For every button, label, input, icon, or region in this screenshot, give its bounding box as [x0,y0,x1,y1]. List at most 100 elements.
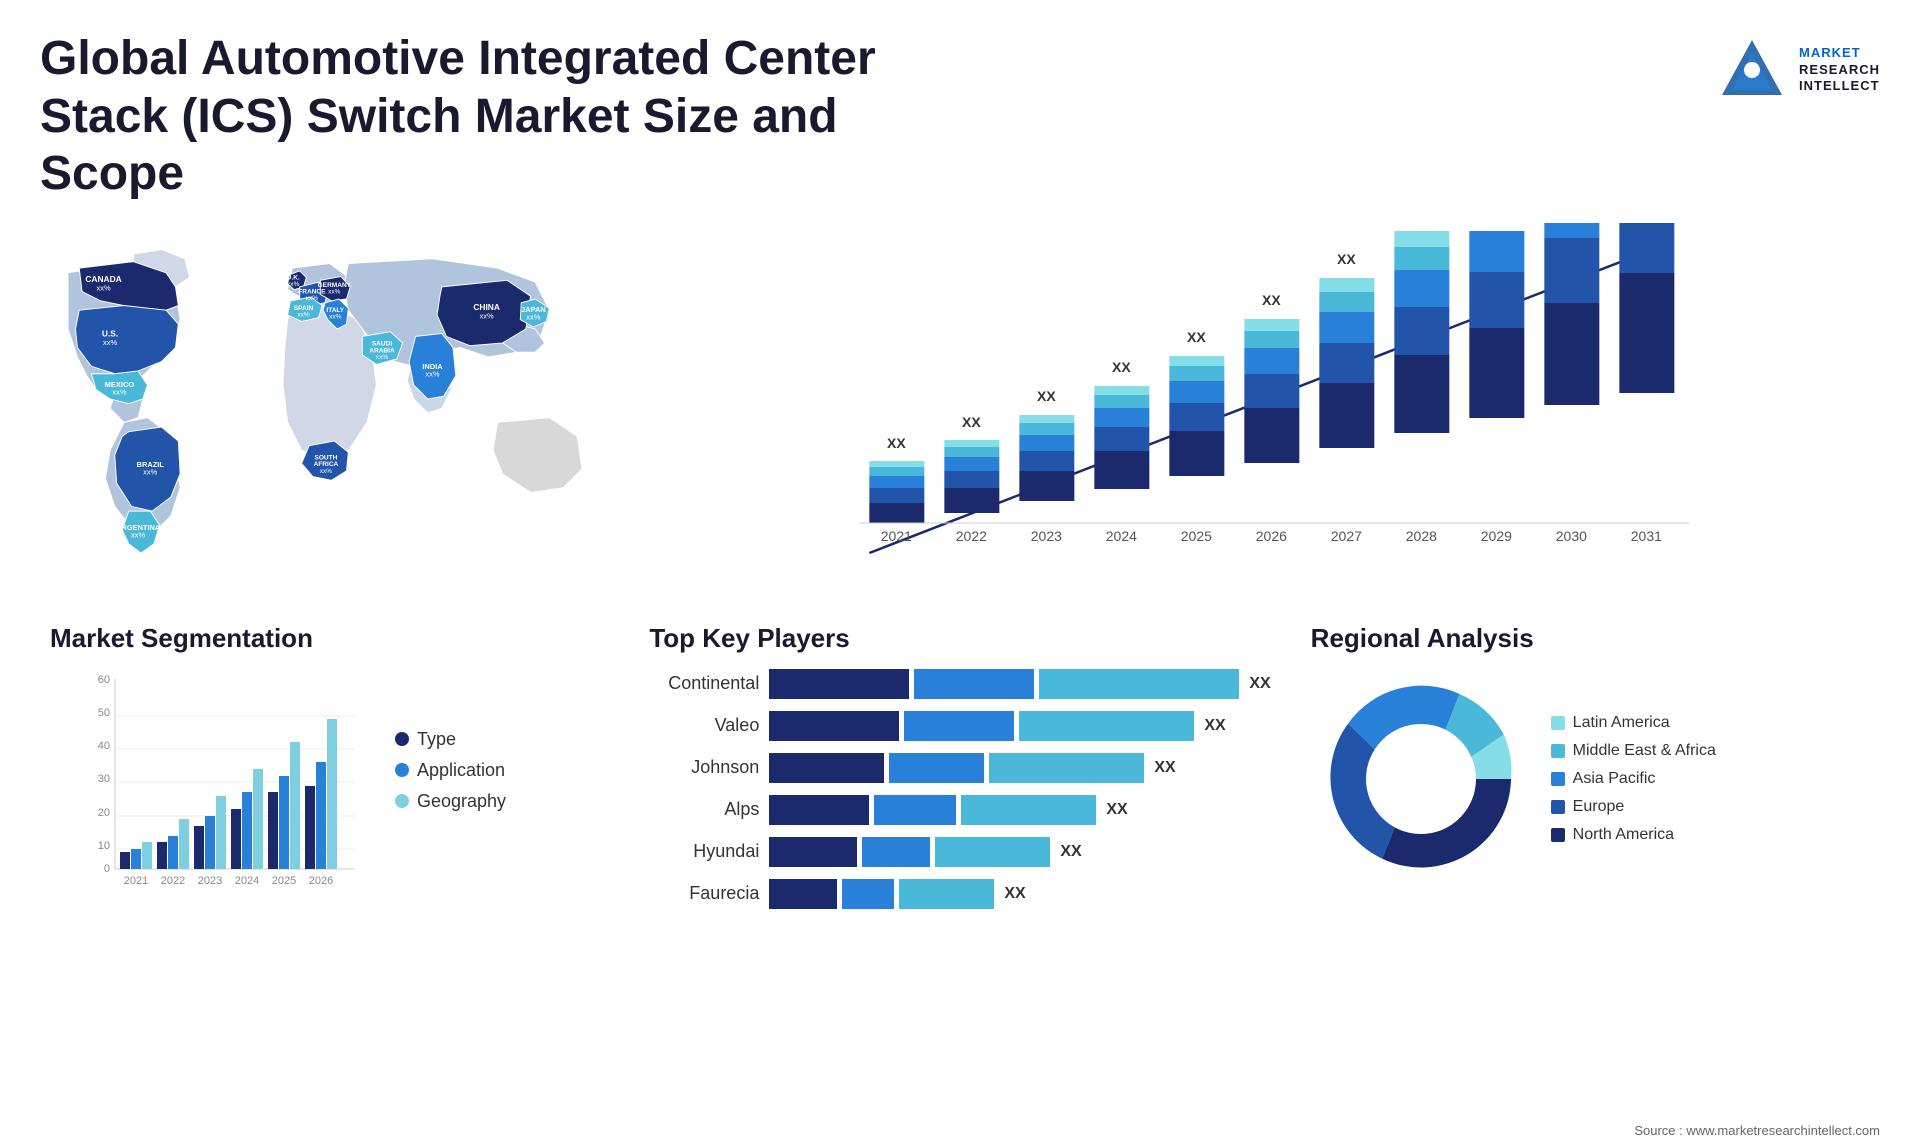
player-name-johnson: Johnson [649,757,759,778]
donut-svg [1311,669,1531,889]
regional-container: Latin America Middle East & Africa Asia … [1311,669,1870,889]
player-bar-continental: XX [769,669,1270,699]
svg-text:xx%: xx% [376,354,389,361]
bar-seg1 [769,669,909,699]
svg-text:xx%: xx% [287,281,300,288]
bar-seg2 [889,753,984,783]
legend-asia: Asia Pacific [1551,770,1716,788]
bar-seg3 [935,837,1050,867]
bar-seg2 [842,879,894,909]
bar-seg3 [961,795,1096,825]
svg-text:xx%: xx% [480,311,494,320]
svg-text:xx%: xx% [306,295,319,302]
svg-text:xx%: xx% [143,467,157,476]
svg-text:2024: 2024 [1106,528,1137,544]
europe-dot [1551,800,1565,814]
svg-text:XX: XX [1262,292,1281,308]
player-bar-hyundai: XX [769,837,1081,867]
legend-application: Application [395,760,506,781]
svg-text:xx%: xx% [329,313,342,320]
svg-text:xx%: xx% [112,387,126,396]
svg-text:2021: 2021 [124,875,148,887]
players-list: Continental XX Valeo XX [649,669,1270,909]
regional-legend: Latin America Middle East & Africa Asia … [1551,714,1716,844]
player-name-valeo: Valeo [649,715,759,736]
svg-text:50: 50 [98,707,110,719]
svg-text:2025: 2025 [1181,528,1212,544]
bar-seg1 [769,711,899,741]
player-bar-johnson: XX [769,753,1175,783]
svg-text:2026: 2026 [1256,528,1287,544]
svg-text:30: 30 [98,773,110,785]
player-johnson: Johnson XX [649,753,1270,783]
bar-chart-section: XX XX XX XX [629,213,1890,613]
page-title: Global Automotive Integrated Center Stac… [40,30,940,203]
logo-text: MARKET RESEARCH INTELLECT [1799,45,1880,96]
svg-text:40: 40 [98,740,110,752]
north-america-dot [1551,828,1565,842]
logo: MARKET RESEARCH INTELLECT [1717,30,1880,105]
svg-text:xx%: xx% [526,312,540,321]
player-hyundai: Hyundai XX [649,837,1270,867]
player-continental: Continental XX [649,669,1270,699]
geography-dot [395,794,409,808]
bar-chart-container: XX XX XX XX [649,223,1870,603]
bar-seg3 [1039,669,1239,699]
svg-text:xx%: xx% [103,338,117,347]
bar-seg2 [862,837,930,867]
svg-text:2022: 2022 [161,875,185,887]
bar-seg3 [989,753,1144,783]
svg-text:xx%: xx% [297,312,310,319]
svg-text:10: 10 [98,840,110,852]
svg-text:2025: 2025 [272,875,296,887]
bar-seg2 [874,795,956,825]
application-dot [395,763,409,777]
svg-text:xx%: xx% [320,468,333,475]
player-name-alps: Alps [649,799,759,820]
svg-text:2029: 2029 [1481,528,1512,544]
main-content: CANADA xx% U.S. xx% MEXICO xx% BRAZIL xx… [0,213,1920,934]
player-bar-faurecia: XX [769,879,1025,909]
svg-text:2031: 2031 [1631,528,1662,544]
svg-text:XX: XX [1112,359,1131,375]
segmentation-section: Market Segmentation 60 50 40 30 20 10 0 [30,613,629,924]
type-dot [395,732,409,746]
source-text: Source : www.marketresearchintellect.com [1634,1123,1880,1138]
regional-title: Regional Analysis [1311,623,1870,654]
svg-text:2021: 2021 [881,528,912,544]
svg-text:2023: 2023 [198,875,222,887]
svg-text:XX: XX [1037,388,1056,404]
svg-text:2028: 2028 [1406,528,1437,544]
svg-text:xx%: xx% [131,530,145,539]
legend-type: Type [395,729,506,750]
svg-text:20: 20 [98,807,110,819]
svg-text:0: 0 [104,863,110,875]
legend-geography: Geography [395,791,506,812]
bar-seg2 [904,711,1014,741]
logo-icon [1717,35,1787,105]
bar-seg3 [899,879,994,909]
player-bar-alps: XX [769,795,1127,825]
map-container: CANADA xx% U.S. xx% MEXICO xx% BRAZIL xx… [40,223,619,603]
player-alps: Alps XX [649,795,1270,825]
player-valeo: Valeo XX [649,711,1270,741]
players-section: Top Key Players Continental XX Valeo [629,613,1290,924]
svg-text:XX: XX [962,414,981,430]
bar-seg2 [914,669,1034,699]
segmentation-chart: 60 50 40 30 20 10 0 [85,669,365,909]
svg-text:XX: XX [1412,223,1431,226]
svg-text:2026: 2026 [309,875,333,887]
legend-latin: Latin America [1551,714,1716,732]
legend-mea: Middle East & Africa [1551,742,1716,760]
svg-text:XX: XX [1337,251,1356,267]
players-title: Top Key Players [649,623,1270,654]
regional-section: Regional Analysis [1291,613,1890,924]
player-name-faurecia: Faurecia [649,883,759,904]
svg-text:xx%: xx% [425,369,439,378]
svg-text:2030: 2030 [1556,528,1587,544]
bar-seg3 [1019,711,1194,741]
map-section: CANADA xx% U.S. xx% MEXICO xx% BRAZIL xx… [30,213,629,613]
svg-text:xx%: xx% [328,288,341,295]
header: Global Automotive Integrated Center Stac… [0,0,1920,213]
mea-dot [1551,744,1565,758]
